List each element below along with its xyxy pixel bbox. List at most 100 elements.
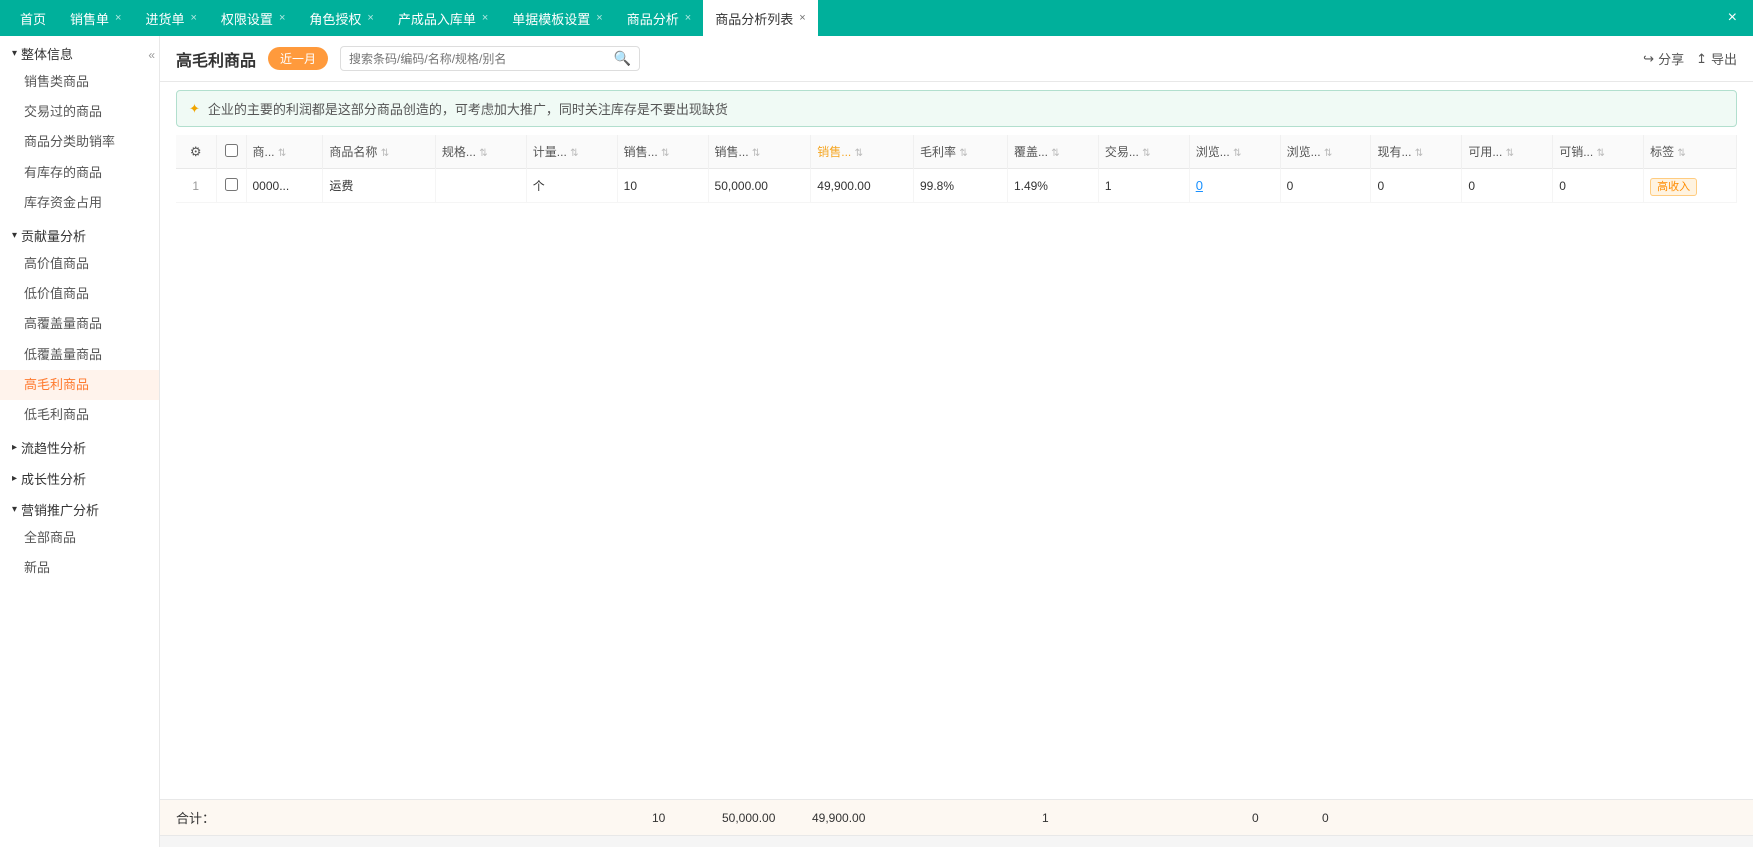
browse1-link[interactable]: 0 xyxy=(1196,178,1203,193)
sidebar-item-low-value[interactable]: 低价值商品 xyxy=(0,279,159,309)
col-gross-margin[interactable]: 毛利率 ⇅ xyxy=(913,135,1007,169)
sidebar-group-growth[interactable]: ▸ 成长性分析 xyxy=(0,461,159,492)
col-unit[interactable]: 计量... ⇅ xyxy=(526,135,617,169)
chevron-right-icon: ▸ xyxy=(12,442,17,453)
col-browse2[interactable]: 浏览... ⇅ xyxy=(1280,135,1371,169)
select-all-checkbox[interactable] xyxy=(225,144,238,157)
data-table: ⚙ 商... ⇅ 商品名称 ⇅ 规格... ⇅ 计量... ⇅ 销售... ⇅ … xyxy=(176,135,1737,203)
footer-cell-sales2-val: 50,000.00 xyxy=(716,811,806,825)
tag-badge: 高收入 xyxy=(1650,178,1697,196)
sidebar-collapse-button[interactable]: « xyxy=(144,44,159,66)
sidebar-item-high-value[interactable]: 高价值商品 xyxy=(0,249,159,279)
nav-product-inbound[interactable]: 产成品入库单 × xyxy=(386,0,500,36)
table-container[interactable]: ⚙ 商... ⇅ 商品名称 ⇅ 规格... ⇅ 计量... ⇅ 销售... ⇅ … xyxy=(160,135,1753,799)
cell-checkbox[interactable] xyxy=(216,169,246,203)
close-icon[interactable]: × xyxy=(596,12,602,24)
cell-tag: 高收入 xyxy=(1644,169,1737,203)
sidebar-item-new-goods[interactable]: 新品 xyxy=(0,553,159,583)
sidebar-item-stock-capital[interactable]: 库存资金占用 xyxy=(0,188,159,218)
col-coverage[interactable]: 覆盖... ⇅ xyxy=(1007,135,1098,169)
col-saleable[interactable]: 可销... ⇅ xyxy=(1553,135,1644,169)
sidebar-item-low-margin[interactable]: 低毛利商品 xyxy=(0,400,159,430)
sidebar-item-high-coverage[interactable]: 高覆盖量商品 xyxy=(0,309,159,339)
sidebar-group-trend[interactable]: ▸ 流趋性分析 xyxy=(0,430,159,461)
sidebar-item-all-goods[interactable]: 全部商品 xyxy=(0,523,159,553)
content-header: 高毛利商品 近一月 🔍 ↪ 分享 ↥ 导出 xyxy=(160,36,1753,82)
close-all-tabs-button[interactable]: × xyxy=(1720,9,1745,27)
close-icon[interactable]: × xyxy=(190,12,196,24)
horizontal-scrollbar[interactable] xyxy=(160,835,1753,847)
tip-icon: ✦ xyxy=(189,101,200,117)
search-icon[interactable]: 🔍 xyxy=(614,50,631,67)
col-sales3[interactable]: 销售... ⇅ xyxy=(811,135,914,169)
col-spec[interactable]: 规格... ⇅ xyxy=(435,135,526,169)
cell-spec xyxy=(435,169,526,203)
nav-product-analysis[interactable]: 商品分析 × xyxy=(615,0,703,36)
sidebar-item-category-assist[interactable]: 商品分类助销率 xyxy=(0,127,159,157)
close-icon[interactable]: × xyxy=(279,12,285,24)
nav-product-analysis-list[interactable]: 商品分析列表 × xyxy=(703,0,817,36)
nav-role-auth[interactable]: 角色授权 × xyxy=(297,0,385,36)
footer-label: 合计： xyxy=(176,808,296,827)
share-icon: ↪ xyxy=(1643,51,1654,67)
sidebar-item-high-margin[interactable]: 高毛利商品 xyxy=(0,370,159,400)
sidebar-group-overall[interactable]: ▾ 整体信息 xyxy=(0,36,159,67)
col-code[interactable]: 商... ⇅ xyxy=(246,135,323,169)
chevron-down-icon: ▾ xyxy=(12,504,17,515)
footer-cell-available-val: 0 xyxy=(1316,811,1386,825)
top-navigation: 首页 销售单 × 进货单 × 权限设置 × 角色授权 × 产成品入库单 × 单据… xyxy=(0,0,1753,36)
sidebar: « ▾ 整体信息 销售类商品 交易过的商品 商品分类助销率 有库存的商品 库存资… xyxy=(0,36,160,847)
col-transactions[interactable]: 交易... ⇅ xyxy=(1098,135,1189,169)
sidebar-group-contribution[interactable]: ▾ 贡献量分析 xyxy=(0,218,159,249)
cell-sales2: 50,000.00 xyxy=(708,169,811,203)
col-settings[interactable]: ⚙ xyxy=(176,135,216,169)
cell-code: 0000... xyxy=(246,169,323,203)
sidebar-item-in-stock[interactable]: 有库存的商品 xyxy=(0,158,159,188)
col-tag[interactable]: 标签 ⇅ xyxy=(1644,135,1737,169)
footer-cell-trans-val: 1 xyxy=(1036,811,1106,825)
col-browse1[interactable]: 浏览... ⇅ xyxy=(1189,135,1280,169)
close-icon[interactable]: × xyxy=(367,12,373,24)
footer-total: 合计： 10 50,000.00 49,900.00 1 0 0 xyxy=(160,799,1753,835)
col-checkbox[interactable] xyxy=(216,135,246,169)
row-checkbox[interactable] xyxy=(225,178,238,191)
col-current[interactable]: 现有... ⇅ xyxy=(1371,135,1462,169)
share-button[interactable]: ↪ 分享 xyxy=(1643,49,1684,68)
nav-permission-settings[interactable]: 权限设置 × xyxy=(209,0,297,36)
footer-cells: 10 50,000.00 49,900.00 1 0 0 xyxy=(296,811,1737,825)
content-area: 高毛利商品 近一月 🔍 ↪ 分享 ↥ 导出 ✦ 企业的主要的利润都是这部分商品创… xyxy=(160,36,1753,847)
nav-home[interactable]: 首页 xyxy=(8,0,58,36)
cell-sales3: 49,900.00 xyxy=(811,169,914,203)
nav-purchase-order[interactable]: 进货单 × xyxy=(133,0,208,36)
col-available[interactable]: 可用... ⇅ xyxy=(1462,135,1553,169)
export-icon: ↥ xyxy=(1696,51,1707,67)
col-name[interactable]: 商品名称 ⇅ xyxy=(323,135,436,169)
sidebar-group-marketing[interactable]: ▾ 营销推广分析 xyxy=(0,492,159,523)
close-icon[interactable]: × xyxy=(685,12,691,24)
footer-cell-browse1 xyxy=(1106,811,1176,825)
close-icon[interactable]: × xyxy=(799,12,805,24)
sidebar-item-sales-goods[interactable]: 销售类商品 xyxy=(0,67,159,97)
nav-template-settings[interactable]: 单据模板设置 × xyxy=(500,0,614,36)
chevron-down-icon: ▾ xyxy=(12,48,17,59)
cell-unit: 个 xyxy=(526,169,617,203)
info-banner-text: 企业的主要的利润都是这部分商品创造的，可考虑加大推广，同时关注库存是不要出现缺货 xyxy=(208,99,728,118)
col-sales1[interactable]: 销售... ⇅ xyxy=(617,135,708,169)
chevron-down-icon: ▾ xyxy=(12,230,17,241)
cell-saleable: 0 xyxy=(1553,169,1644,203)
header-actions: ↪ 分享 ↥ 导出 xyxy=(1643,49,1737,68)
settings-icon[interactable]: ⚙ xyxy=(190,144,202,159)
search-input[interactable] xyxy=(349,52,614,66)
footer-cell-coverage2 xyxy=(966,811,1036,825)
col-sales2[interactable]: 销售... ⇅ xyxy=(708,135,811,169)
chevron-right-icon: ▸ xyxy=(12,473,17,484)
sidebar-item-traded-goods[interactable]: 交易过的商品 xyxy=(0,97,159,127)
cell-available: 0 xyxy=(1462,169,1553,203)
close-icon[interactable]: × xyxy=(482,12,488,24)
close-icon[interactable]: × xyxy=(115,12,121,24)
sidebar-item-low-coverage[interactable]: 低覆盖量商品 xyxy=(0,340,159,370)
nav-sales-order[interactable]: 销售单 × xyxy=(58,0,133,36)
export-button[interactable]: ↥ 导出 xyxy=(1696,49,1737,68)
filter-recent-month-button[interactable]: 近一月 xyxy=(268,47,328,70)
cell-browse1[interactable]: 0 xyxy=(1189,169,1280,203)
